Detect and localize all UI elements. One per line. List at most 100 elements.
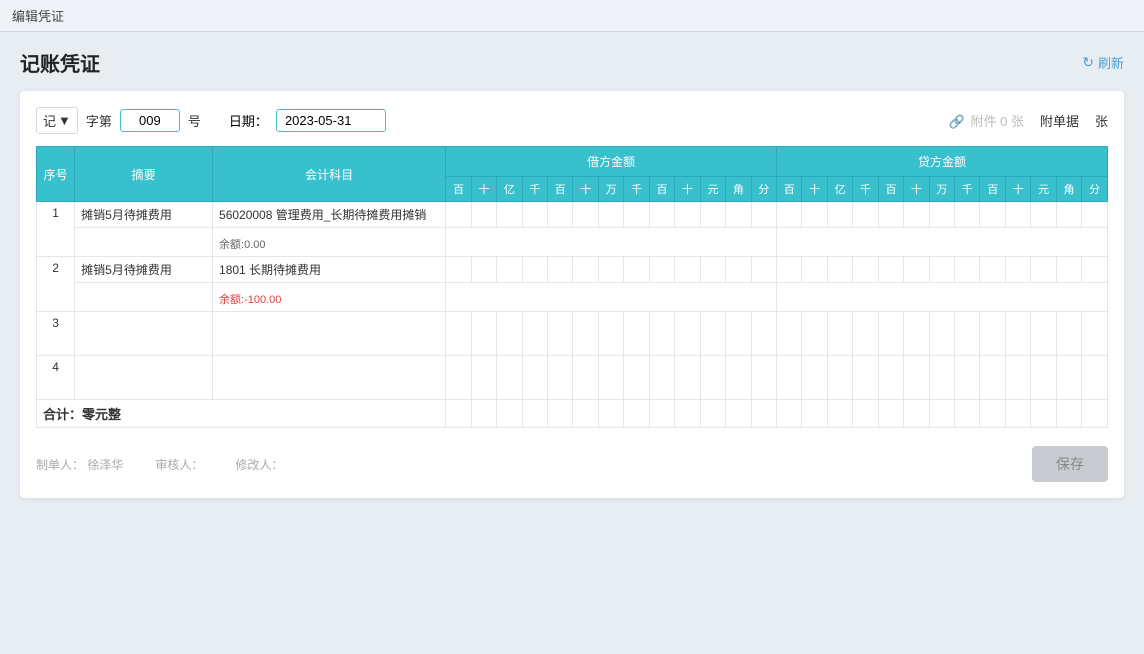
row4-c9[interactable] — [980, 356, 1005, 400]
row3-c10[interactable] — [1005, 312, 1030, 356]
row3-c1[interactable] — [776, 312, 801, 356]
voucher-number-input[interactable] — [120, 109, 180, 132]
row2-d1[interactable] — [446, 257, 471, 283]
row2-d2[interactable] — [471, 257, 496, 283]
row1-d2[interactable] — [471, 202, 496, 228]
row4-c12[interactable] — [1056, 356, 1081, 400]
row1-c6[interactable] — [904, 202, 929, 228]
row2-summary[interactable]: 摊销5月待摊费用 — [75, 257, 213, 283]
row4-d7[interactable] — [598, 356, 623, 400]
row1-d8[interactable] — [624, 202, 649, 228]
row3-d5[interactable] — [548, 312, 573, 356]
row4-d12[interactable] — [726, 356, 751, 400]
row2-c7[interactable] — [929, 257, 954, 283]
row4-c4[interactable] — [853, 356, 878, 400]
type-dropdown[interactable]: 记 ▼ — [36, 107, 78, 134]
row3-d11[interactable] — [700, 312, 725, 356]
row1-d13[interactable] — [751, 202, 776, 228]
row1-summary[interactable]: 摊销5月待摊费用 — [75, 202, 213, 228]
row4-c6[interactable] — [904, 356, 929, 400]
voucher-type-selector[interactable]: 记 ▼ — [36, 107, 78, 134]
row2-d13[interactable] — [751, 257, 776, 283]
row3-c9[interactable] — [980, 312, 1005, 356]
row4-c13[interactable] — [1082, 356, 1108, 400]
row3-d9[interactable] — [649, 312, 674, 356]
row2-c1[interactable] — [776, 257, 801, 283]
row3-account[interactable] — [213, 312, 446, 356]
row3-c4[interactable] — [853, 312, 878, 356]
row3-d8[interactable] — [624, 312, 649, 356]
row4-d11[interactable] — [700, 356, 725, 400]
row3-summary[interactable] — [75, 312, 213, 356]
row1-d5[interactable] — [548, 202, 573, 228]
row2-account[interactable]: 1801 长期待摊费用 — [213, 257, 446, 283]
refresh-button[interactable]: ↻ 刷新 — [1082, 53, 1124, 72]
row1-d9[interactable] — [649, 202, 674, 228]
row4-d9[interactable] — [649, 356, 674, 400]
row4-d1[interactable] — [446, 356, 471, 400]
row3-c2[interactable] — [802, 312, 827, 356]
row1-c4[interactable] — [853, 202, 878, 228]
row4-c10[interactable] — [1005, 356, 1030, 400]
row4-d13[interactable] — [751, 356, 776, 400]
row1-d4[interactable] — [522, 202, 547, 228]
row4-d10[interactable] — [675, 356, 700, 400]
row3-c5[interactable] — [878, 312, 903, 356]
row1-c3[interactable] — [827, 202, 852, 228]
row2-c12[interactable] — [1056, 257, 1081, 283]
row4-summary[interactable] — [75, 356, 213, 400]
row4-c5[interactable] — [878, 356, 903, 400]
row1-c9[interactable] — [980, 202, 1005, 228]
row2-d12[interactable] — [726, 257, 751, 283]
row1-d10[interactable] — [675, 202, 700, 228]
row4-d3[interactable] — [497, 356, 522, 400]
row4-c11[interactable] — [1031, 356, 1056, 400]
row2-c6[interactable] — [904, 257, 929, 283]
row1-d11[interactable] — [700, 202, 725, 228]
row2-c9[interactable] — [980, 257, 1005, 283]
row1-c13[interactable] — [1082, 202, 1108, 228]
row4-account[interactable] — [213, 356, 446, 400]
row2-d7[interactable] — [598, 257, 623, 283]
row2-d3[interactable] — [497, 257, 522, 283]
row4-c2[interactable] — [802, 356, 827, 400]
row3-c6[interactable] — [904, 312, 929, 356]
row1-account[interactable]: 56020008 管理费用_长期待摊费用摊销 — [213, 202, 446, 228]
row2-d6[interactable] — [573, 257, 598, 283]
row4-c8[interactable] — [955, 356, 980, 400]
row2-c2[interactable] — [802, 257, 827, 283]
row3-d10[interactable] — [675, 312, 700, 356]
row3-d2[interactable] — [471, 312, 496, 356]
row2-c8[interactable] — [955, 257, 980, 283]
row3-d12[interactable] — [726, 312, 751, 356]
row1-d3[interactable] — [497, 202, 522, 228]
row3-c13[interactable] — [1082, 312, 1108, 356]
row4-d6[interactable] — [573, 356, 598, 400]
row4-d5[interactable] — [548, 356, 573, 400]
row2-summary-empty[interactable] — [75, 283, 213, 312]
row1-c12[interactable] — [1056, 202, 1081, 228]
row3-d1[interactable] — [446, 312, 471, 356]
row1-c5[interactable] — [878, 202, 903, 228]
row2-c5[interactable] — [878, 257, 903, 283]
row3-c8[interactable] — [955, 312, 980, 356]
row2-d4[interactable] — [522, 257, 547, 283]
row3-c12[interactable] — [1056, 312, 1081, 356]
row1-d1[interactable] — [446, 202, 471, 228]
row4-d8[interactable] — [624, 356, 649, 400]
row3-d4[interactable] — [522, 312, 547, 356]
row4-d2[interactable] — [471, 356, 496, 400]
row2-d8[interactable] — [624, 257, 649, 283]
row2-c4[interactable] — [853, 257, 878, 283]
row1-c11[interactable] — [1031, 202, 1056, 228]
row4-d4[interactable] — [522, 356, 547, 400]
row4-c3[interactable] — [827, 356, 852, 400]
row1-c1[interactable] — [776, 202, 801, 228]
row2-c13[interactable] — [1082, 257, 1108, 283]
row1-summary-empty[interactable] — [75, 228, 213, 257]
row3-d6[interactable] — [573, 312, 598, 356]
save-button[interactable]: 保存 — [1032, 446, 1108, 482]
row2-c11[interactable] — [1031, 257, 1056, 283]
row3-d7[interactable] — [598, 312, 623, 356]
row2-c3[interactable] — [827, 257, 852, 283]
